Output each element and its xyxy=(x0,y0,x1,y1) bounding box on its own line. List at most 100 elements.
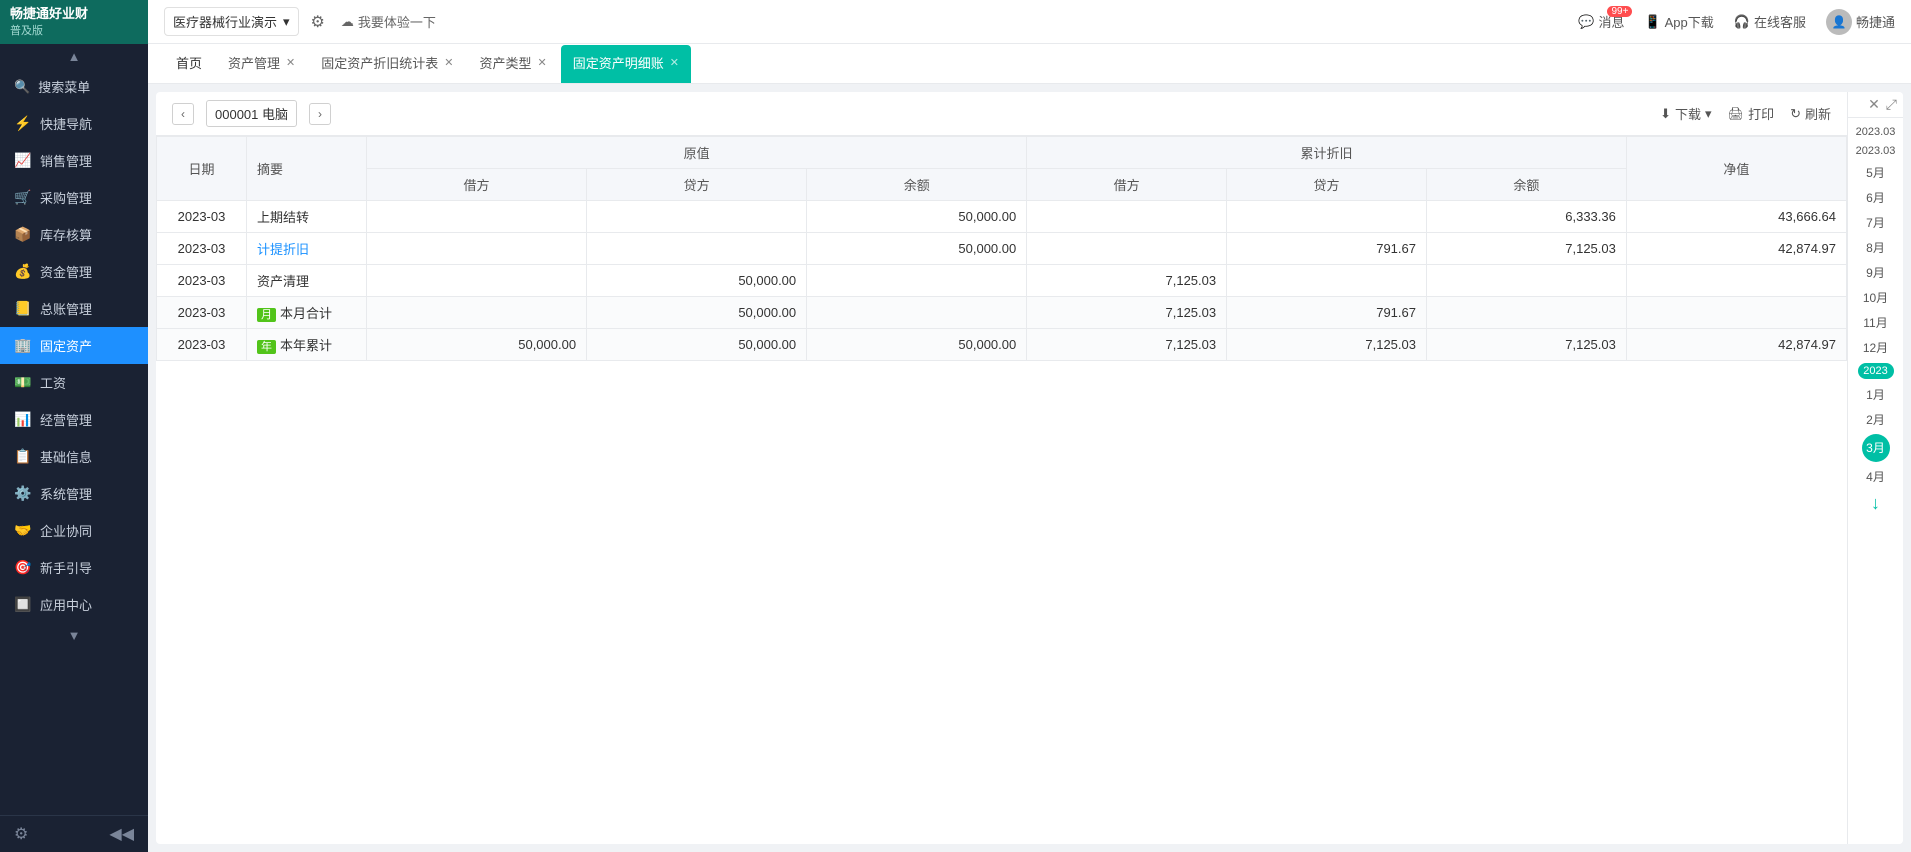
collapse-icon[interactable]: ◀◀ xyxy=(109,824,134,844)
sidebar-item-label: 资金管理 xyxy=(40,262,92,281)
company-name: 医疗器械行业演示 xyxy=(173,12,277,31)
sidebar-item-inventory[interactable]: 📦 库存核算 xyxy=(0,216,148,253)
tab-home-label: 首页 xyxy=(176,53,202,72)
sidebar-item-search[interactable]: 🔍 搜索菜单 xyxy=(0,68,148,105)
sidebar-item-quick-nav[interactable]: ⚡ 快捷导航 xyxy=(0,105,148,142)
th-acc-credit: 贷方 xyxy=(1227,169,1427,201)
tab-asset-mgmt[interactable]: 资产管理 ✕ xyxy=(216,45,307,83)
timeline-item[interactable]: 2月 xyxy=(1848,407,1903,432)
table-cell-acc-credit xyxy=(1227,201,1427,233)
sidebar-item-enterprise[interactable]: 🤝 企业协同 xyxy=(0,512,148,549)
table-cell-net-value: 42,874.97 xyxy=(1626,233,1846,265)
sidebar-item-system[interactable]: ⚙️ 系统管理 xyxy=(0,475,148,512)
tab-close-icon[interactable]: ✕ xyxy=(670,56,679,69)
tab-close-icon[interactable]: ✕ xyxy=(286,56,295,69)
ledger-icon: 📒 xyxy=(14,300,32,318)
th-summary: 摘要 xyxy=(247,137,367,201)
timeline-item[interactable]: 1月 xyxy=(1848,382,1903,407)
tab-asset-detail[interactable]: 固定资产明细账 ✕ xyxy=(561,45,691,83)
sidebar-item-label: 工资 xyxy=(40,373,66,392)
right-panel-header: ✕ ⤢ xyxy=(1848,92,1903,118)
timeline: 2023.032023.035月6月7月8月9月10月11月12月20231月2… xyxy=(1848,118,1903,844)
th-credit: 贷方 xyxy=(587,169,807,201)
tab-asset-type[interactable]: 资产类型 ✕ xyxy=(467,45,558,83)
timeline-item[interactable]: 9月 xyxy=(1848,260,1903,285)
table-cell-acc-balance xyxy=(1426,297,1626,329)
message-btn[interactable]: 💬 消息 99+ xyxy=(1578,12,1624,31)
table-row: 2023-03 xyxy=(157,265,247,297)
timeline-item[interactable]: 7月 xyxy=(1848,210,1903,235)
tab-close-icon[interactable]: ✕ xyxy=(538,56,547,69)
tab-depreciation-table[interactable]: 固定资产折旧统计表 ✕ xyxy=(309,45,465,83)
sales-icon: 📈 xyxy=(14,152,32,170)
sidebar-scroll-up[interactable]: ▲ xyxy=(0,44,148,68)
guide-icon: 🎯 xyxy=(14,559,32,577)
sidebar-item-purchase[interactable]: 🛒 采购管理 xyxy=(0,179,148,216)
topbar-right: 💬 消息 99+ 📱 App下载 🎧 在线客服 👤 畅捷通 xyxy=(1578,9,1895,35)
table-cell-credit xyxy=(587,201,807,233)
table-cell-acc-debit xyxy=(1027,233,1227,265)
timeline-item[interactable]: 5月 xyxy=(1848,160,1903,185)
table-cell-acc-credit xyxy=(1227,265,1427,297)
sidebar-item-label: 经营管理 xyxy=(40,410,92,429)
sidebar-item-fixed-assets[interactable]: 🏢 固定资产 xyxy=(0,327,148,364)
sidebar-scroll-down[interactable]: ▼ xyxy=(0,623,148,647)
timeline-item[interactable]: 3月 xyxy=(1862,434,1890,462)
print-icon: 🖨 xyxy=(1728,106,1745,122)
sidebar-item-guide[interactable]: 🎯 新手引导 xyxy=(0,549,148,586)
refresh-icon: ↻ xyxy=(1790,106,1801,122)
th-date: 日期 xyxy=(157,137,247,201)
sidebar-item-ledger[interactable]: 📒 总账管理 xyxy=(0,290,148,327)
timeline-item[interactable]: 11月 xyxy=(1848,310,1903,335)
payroll-icon: 💵 xyxy=(14,374,32,392)
prev-asset-btn[interactable]: ‹ xyxy=(172,103,194,125)
download-dropdown-icon: ▾ xyxy=(1705,106,1712,122)
customer-service-btn[interactable]: 🎧 在线客服 xyxy=(1734,12,1806,31)
print-btn[interactable]: 🖨 打印 xyxy=(1728,104,1775,123)
th-debit: 借方 xyxy=(367,169,587,201)
sidebar-item-payroll[interactable]: 💵 工资 xyxy=(0,364,148,401)
table-cell-net-value: 42,874.97 xyxy=(1626,329,1846,361)
tab-close-icon[interactable]: ✕ xyxy=(444,56,453,69)
timeline-item[interactable]: 10月 xyxy=(1848,285,1903,310)
table-cell-summary: 月本月合计 xyxy=(247,297,367,329)
app-download-btn[interactable]: 📱 App下载 xyxy=(1644,12,1713,31)
timeline-down-arrow[interactable]: ↓ xyxy=(1867,489,1884,518)
user-btn[interactable]: 👤 畅捷通 xyxy=(1826,9,1895,35)
th-original: 原值 xyxy=(367,137,1027,169)
table-cell-net-value: 43,666.64 xyxy=(1626,201,1846,233)
timeline-item[interactable]: 12月 xyxy=(1848,335,1903,360)
table-wrapper: ‹ 000001 电脑 › ⬇ 下载 ▾ 🖨 打印 ↻ 刷新 xyxy=(156,92,1847,844)
settings-gear-icon[interactable]: ⚙ xyxy=(311,12,325,32)
table-row: 2023-03 xyxy=(157,297,247,329)
next-asset-btn[interactable]: › xyxy=(309,103,331,125)
expand-panel-icon[interactable]: ⤢ xyxy=(1886,96,1897,113)
table-cell-credit xyxy=(587,233,807,265)
sidebar-item-sales[interactable]: 📈 销售管理 xyxy=(0,142,148,179)
table-row: 2023-03 xyxy=(157,201,247,233)
timeline-item[interactable]: 4月 xyxy=(1848,464,1903,489)
sidebar-item-label: 固定资产 xyxy=(40,336,92,355)
sidebar-item-app-center[interactable]: 🔲 应用中心 xyxy=(0,586,148,623)
tab-home[interactable]: 首页 xyxy=(164,45,214,83)
sidebar-item-finance[interactable]: 💰 资金管理 xyxy=(0,253,148,290)
tab-depreciation-label: 固定资产折旧统计表 xyxy=(321,53,438,72)
sidebar-item-operations[interactable]: 📊 经营管理 xyxy=(0,401,148,438)
experience-btn[interactable]: ☁ 我要体验一下 xyxy=(341,12,436,31)
company-selector[interactable]: 医疗器械行业演示 ▾ xyxy=(164,7,299,36)
table-cell-net-value xyxy=(1626,265,1846,297)
settings-icon[interactable]: ⚙ xyxy=(14,824,28,844)
table-row: 2023-03 xyxy=(157,233,247,265)
download-btn[interactable]: ⬇ 下载 ▾ xyxy=(1660,104,1711,123)
table-cell-credit: 50,000.00 xyxy=(587,265,807,297)
table-cell-debit xyxy=(367,201,587,233)
sidebar-item-basic-info[interactable]: 📋 基础信息 xyxy=(0,438,148,475)
asset-id-display: 000001 电脑 xyxy=(206,100,297,127)
th-accumulated: 累计折旧 xyxy=(1027,137,1627,169)
table-cell-acc-debit xyxy=(1027,201,1227,233)
timeline-item[interactable]: 6月 xyxy=(1848,185,1903,210)
message-icon: 💬 xyxy=(1578,14,1594,30)
refresh-btn[interactable]: ↻ 刷新 xyxy=(1790,104,1831,123)
close-panel-icon[interactable]: ✕ xyxy=(1868,96,1880,113)
timeline-item[interactable]: 8月 xyxy=(1848,235,1903,260)
